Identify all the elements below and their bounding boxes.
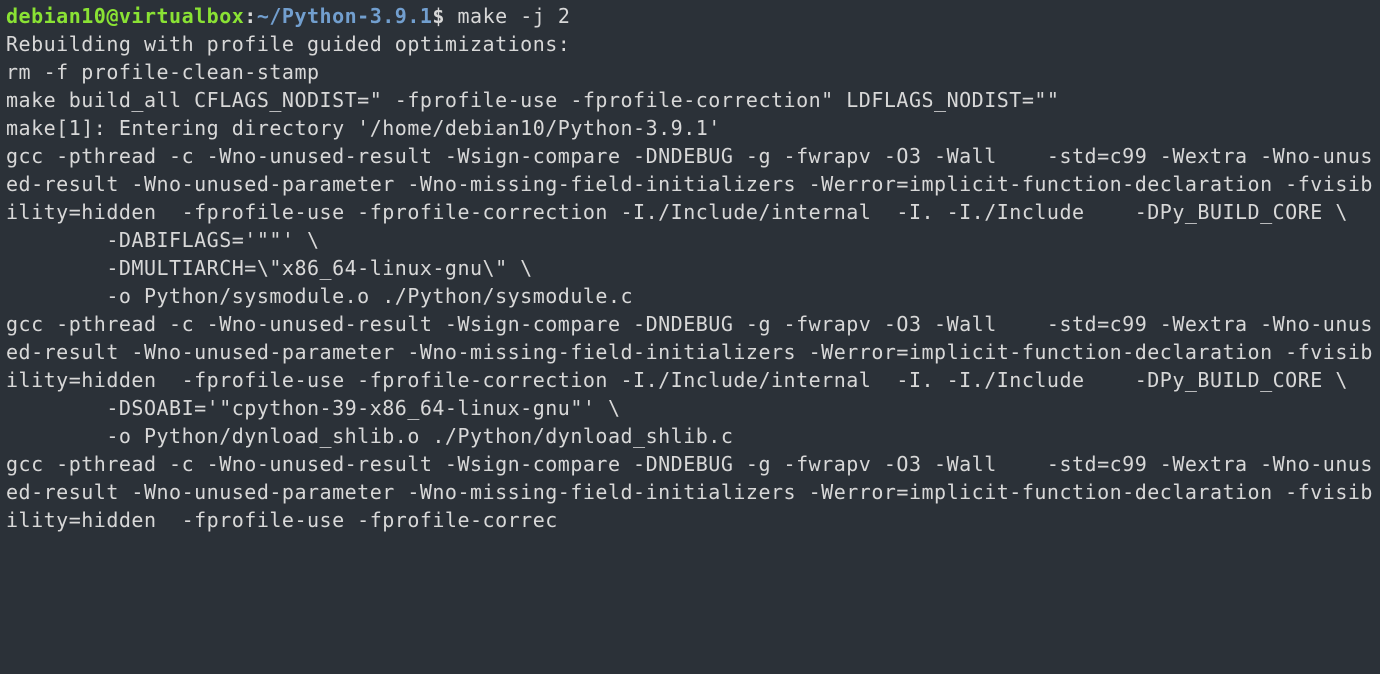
output-line: -o Python/dynload_shlib.o ./Python/dynlo… (6, 424, 733, 448)
prompt-dollar: $ (432, 4, 457, 28)
output-line: -o Python/sysmodule.o ./Python/sysmodule… (6, 284, 633, 308)
output-line: make[1]: Entering directory '/home/debia… (6, 116, 721, 140)
output-line: Rebuilding with profile guided optimizat… (6, 32, 570, 56)
output-line: -DABIFLAGS='""' \ (6, 228, 320, 252)
prompt-separator: : (244, 4, 257, 28)
output-line: gcc -pthread -c -Wno-unused-result -Wsig… (6, 312, 1373, 392)
output-line: gcc -pthread -c -Wno-unused-result -Wsig… (6, 452, 1373, 532)
command-input[interactable]: make -j 2 (458, 4, 571, 28)
prompt-user-host: debian10@virtualbox (6, 4, 244, 28)
output-line: rm -f profile-clean-stamp (6, 60, 320, 84)
output-line: -DSOABI='"cpython-39-x86_64-linux-gnu"' … (6, 396, 621, 420)
terminal-window[interactable]: debian10@virtualbox:~/Python-3.9.1$ make… (6, 2, 1374, 534)
output-line: -DMULTIARCH=\"x86_64-linux-gnu\" \ (6, 256, 533, 280)
output-line: gcc -pthread -c -Wno-unused-result -Wsig… (6, 144, 1373, 224)
output-line: make build_all CFLAGS_NODIST=" -fprofile… (6, 88, 1059, 112)
prompt-path: ~/Python-3.9.1 (257, 4, 433, 28)
